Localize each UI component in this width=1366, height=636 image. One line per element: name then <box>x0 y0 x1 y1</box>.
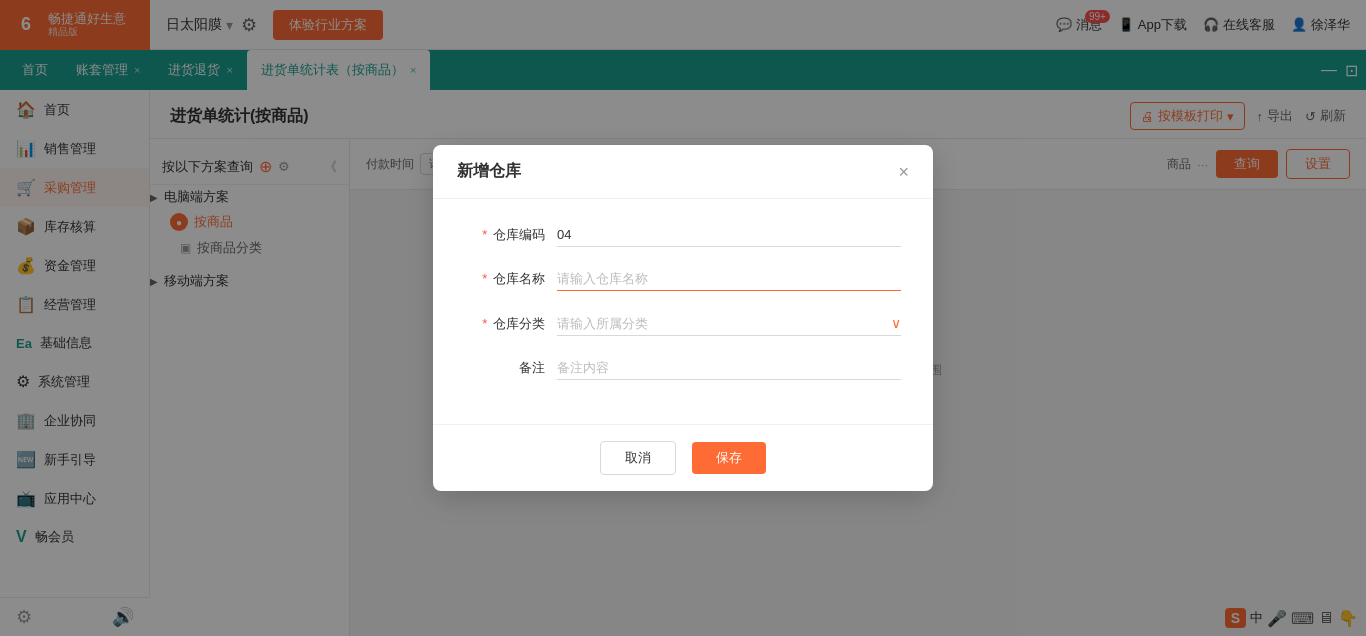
remark-label: 备注 <box>465 359 545 377</box>
category-input[interactable] <box>557 316 891 331</box>
new-warehouse-modal: 新增仓库 × * 仓库编码 * 仓库名称 <box>433 145 933 491</box>
code-label: * 仓库编码 <box>465 226 545 244</box>
modal-overlay[interactable]: 新增仓库 × * 仓库编码 * 仓库名称 <box>0 0 1366 636</box>
remark-input[interactable] <box>557 356 901 380</box>
modal-body: * 仓库编码 * 仓库名称 * 仓库分类 <box>433 199 933 424</box>
warehouse-name-input[interactable] <box>557 267 901 291</box>
save-button[interactable]: 保存 <box>692 442 766 474</box>
cancel-button[interactable]: 取消 <box>600 441 676 475</box>
modal-header: 新增仓库 × <box>433 145 933 199</box>
category-dropdown-arrow[interactable]: ∨ <box>891 315 901 331</box>
form-row-remark: 备注 <box>465 356 901 380</box>
form-row-code: * 仓库编码 <box>465 223 901 247</box>
modal-title: 新增仓库 <box>457 161 521 182</box>
name-label: * 仓库名称 <box>465 270 545 288</box>
modal-close-button[interactable]: × <box>898 163 909 181</box>
warehouse-code-input[interactable] <box>557 223 901 247</box>
category-select-wrap[interactable]: ∨ <box>557 311 901 336</box>
modal-footer: 取消 保存 <box>433 424 933 491</box>
form-row-name: * 仓库名称 <box>465 267 901 291</box>
form-row-category: * 仓库分类 ∨ <box>465 311 901 336</box>
category-label: * 仓库分类 <box>465 315 545 333</box>
